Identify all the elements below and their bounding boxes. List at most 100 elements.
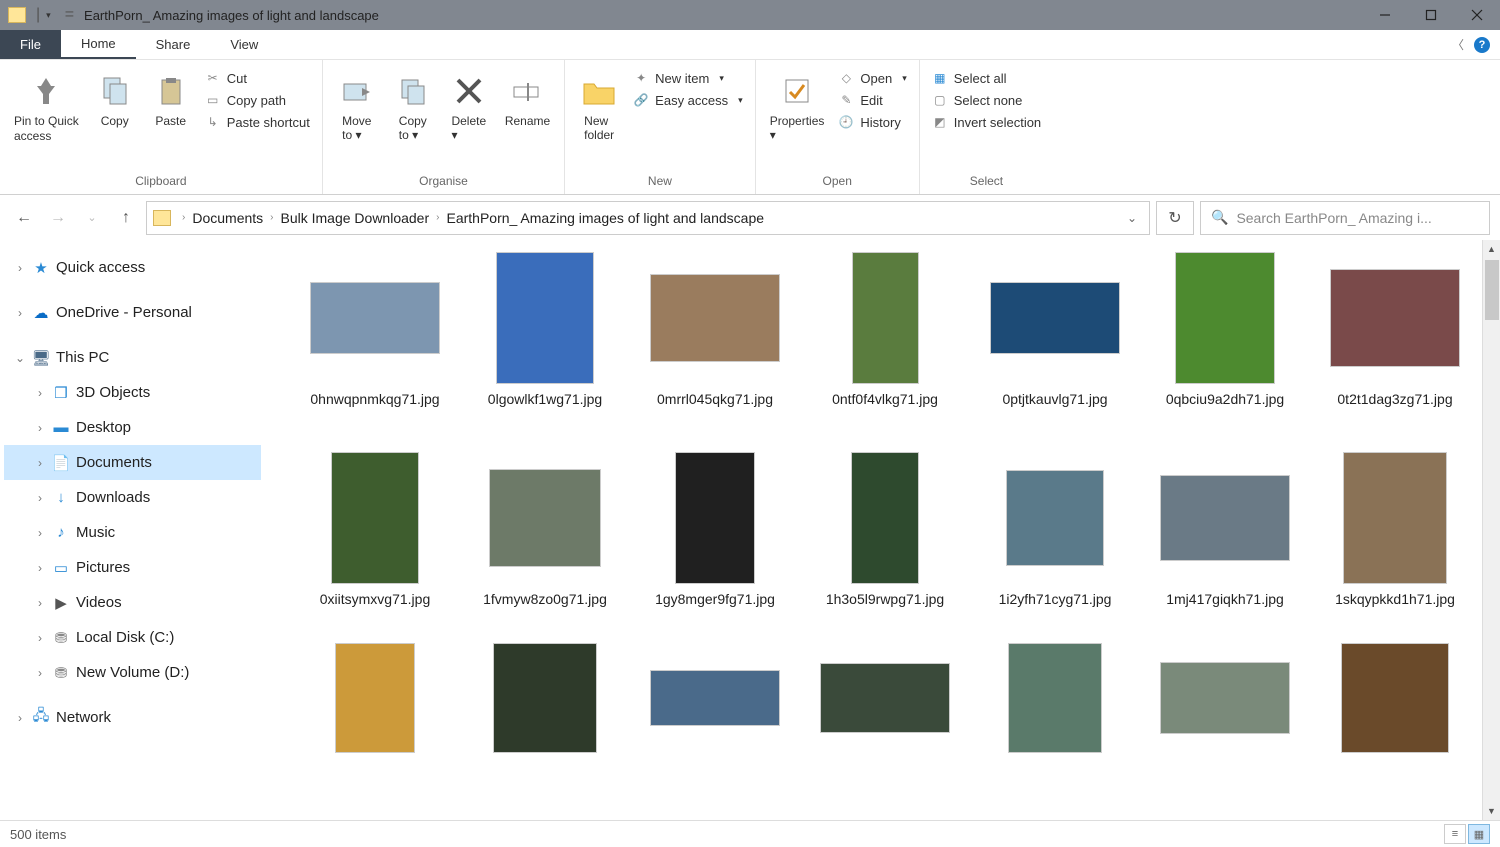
breadcrumb[interactable]: EarthPorn_ Amazing images of light and l… xyxy=(446,210,764,226)
address-dropdown-icon[interactable]: ⌄ xyxy=(1121,211,1143,225)
chevron-right-icon[interactable]: › xyxy=(14,306,26,320)
tree-videos[interactable]: ›▶Videos xyxy=(4,585,261,620)
tree-quick-access[interactable]: ›★Quick access xyxy=(4,250,261,285)
copy-to-button[interactable]: Copyto ▾ xyxy=(385,66,441,142)
file-item[interactable] xyxy=(805,630,965,770)
tree-downloads[interactable]: ›↓Downloads xyxy=(4,480,261,515)
close-button[interactable] xyxy=(1454,0,1500,30)
file-item[interactable]: 1h3o5l9rwpg71.jpg xyxy=(805,450,965,630)
chevron-right-icon[interactable]: › xyxy=(34,386,46,400)
minimize-button[interactable] xyxy=(1362,0,1408,30)
copy-path-button[interactable]: ▭Copy path xyxy=(205,92,310,108)
recent-locations-button[interactable]: ⌄ xyxy=(78,204,106,232)
file-item[interactable]: 0mrrl045qkg71.jpg xyxy=(635,250,795,450)
cut-button[interactable]: ✂Cut xyxy=(205,70,310,86)
file-item[interactable]: 0lgowlkf1wg71.jpg xyxy=(465,250,625,450)
file-name: 1fvmyw8zo0g71.jpg xyxy=(483,586,607,608)
file-item[interactable] xyxy=(1145,630,1305,770)
search-box[interactable]: 🔍 Search EarthPorn_ Amazing i... xyxy=(1200,201,1490,235)
collapse-ribbon-icon[interactable]: 〈 xyxy=(1452,36,1464,53)
copy-button[interactable]: Copy xyxy=(87,66,143,128)
thumbnails-view-button[interactable]: ▦ xyxy=(1468,824,1490,844)
file-item[interactable]: 1i2yfh71cyg71.jpg xyxy=(975,450,1135,630)
tree-network[interactable]: ›🖧Network xyxy=(4,700,261,735)
chevron-right-icon[interactable]: › xyxy=(34,666,46,680)
move-to-button[interactable]: Moveto ▾ xyxy=(329,66,385,142)
open-button[interactable]: ◇Open▾ xyxy=(838,70,906,86)
edit-button[interactable]: ✎Edit xyxy=(838,92,906,108)
tree-this-pc[interactable]: ⌄🖥This PC xyxy=(4,340,261,375)
chevron-right-icon[interactable]: › xyxy=(34,491,46,505)
scroll-down-icon[interactable]: ▼ xyxy=(1483,802,1500,820)
scroll-thumb[interactable] xyxy=(1485,260,1499,320)
tree-label: Local Disk (C:) xyxy=(76,629,174,646)
paste-shortcut-button[interactable]: ↳Paste shortcut xyxy=(205,114,310,130)
history-button[interactable]: 🕘History xyxy=(838,114,906,130)
forward-button[interactable]: → xyxy=(44,204,72,232)
address-bar[interactable]: › Documents › Bulk Image Downloader › Ea… xyxy=(146,201,1150,235)
tree-3d-objects[interactable]: ›❒3D Objects xyxy=(4,375,261,410)
qat-dropdown-icon[interactable]: ▾ xyxy=(46,10,51,21)
easy-access-button[interactable]: 🔗Easy access▾ xyxy=(633,92,743,108)
breadcrumb[interactable]: Bulk Image Downloader xyxy=(281,210,430,226)
file-item[interactable] xyxy=(635,630,795,770)
maximize-button[interactable] xyxy=(1408,0,1454,30)
chevron-down-icon[interactable]: ⌄ xyxy=(14,351,26,365)
up-button[interactable]: ↑ xyxy=(112,204,140,232)
tree-music[interactable]: ›♪Music xyxy=(4,515,261,550)
tree-local-disk-c[interactable]: ›⛃Local Disk (C:) xyxy=(4,620,261,655)
select-none-button[interactable]: ▢Select none xyxy=(932,92,1041,108)
file-item[interactable]: 1fvmyw8zo0g71.jpg xyxy=(465,450,625,630)
chevron-right-icon[interactable]: › xyxy=(34,526,46,540)
tree-documents[interactable]: ›📄Documents xyxy=(4,445,261,480)
file-item[interactable]: 1gy8mger9fg71.jpg xyxy=(635,450,795,630)
properties-button[interactable]: Properties▾ xyxy=(762,66,833,142)
chevron-right-icon[interactable]: › xyxy=(34,596,46,610)
tree-desktop[interactable]: ›▬Desktop xyxy=(4,410,261,445)
chevron-right-icon[interactable]: › xyxy=(34,456,46,470)
file-item[interactable] xyxy=(1315,630,1475,770)
breadcrumb[interactable]: Documents xyxy=(192,210,263,226)
chevron-right-icon[interactable]: › xyxy=(14,261,26,275)
chevron-right-icon[interactable]: › xyxy=(14,711,26,725)
rename-button[interactable]: Rename xyxy=(497,66,558,128)
back-button[interactable]: ← xyxy=(10,204,38,232)
pin-to-quick-access-button[interactable]: Pin to Quickaccess xyxy=(6,66,87,144)
file-item[interactable]: 0ptjtkauvlg71.jpg xyxy=(975,250,1135,450)
scroll-up-icon[interactable]: ▲ xyxy=(1483,240,1500,258)
chevron-right-icon[interactable]: › xyxy=(34,561,46,575)
chevron-right-icon[interactable]: › xyxy=(178,212,189,223)
file-item[interactable] xyxy=(465,630,625,770)
new-item-button[interactable]: ✦New item▾ xyxy=(633,70,743,86)
chevron-right-icon[interactable]: › xyxy=(34,631,46,645)
refresh-button[interactable]: ↻ xyxy=(1156,201,1194,235)
file-item[interactable]: 1mj417giqkh71.jpg xyxy=(1145,450,1305,630)
view-tab[interactable]: View xyxy=(210,30,278,59)
file-item[interactable]: 0hnwqpnmkqg71.jpg xyxy=(295,250,455,450)
file-item[interactable] xyxy=(295,630,455,770)
file-item[interactable]: 1skqypkkd1h71.jpg xyxy=(1315,450,1475,630)
chevron-right-icon[interactable]: › xyxy=(34,421,46,435)
paste-button[interactable]: Paste xyxy=(143,66,199,128)
details-view-button[interactable]: ≡ xyxy=(1444,824,1466,844)
file-tab[interactable]: File xyxy=(0,30,61,59)
share-tab[interactable]: Share xyxy=(136,30,211,59)
help-icon[interactable]: ? xyxy=(1474,37,1490,53)
tree-onedrive[interactable]: ›☁OneDrive - Personal xyxy=(4,295,261,330)
file-item[interactable]: 0ntf0f4vlkg71.jpg xyxy=(805,250,965,450)
home-tab[interactable]: Home xyxy=(61,30,136,59)
select-all-button[interactable]: ▦Select all xyxy=(932,70,1041,86)
scrollbar[interactable]: ▲ ▼ xyxy=(1482,240,1500,820)
delete-button[interactable]: Delete▾ xyxy=(441,66,497,142)
file-item[interactable]: 0qbciu9a2dh71.jpg xyxy=(1145,250,1305,450)
tree-label: Videos xyxy=(76,594,122,611)
new-folder-button[interactable]: Newfolder xyxy=(571,66,627,142)
chevron-right-icon[interactable]: › xyxy=(432,212,443,223)
invert-selection-button[interactable]: ◩Invert selection xyxy=(932,114,1041,130)
file-item[interactable]: 0t2t1dag3zg71.jpg xyxy=(1315,250,1475,450)
chevron-right-icon[interactable]: › xyxy=(266,212,277,223)
tree-new-volume-d[interactable]: ›⛃New Volume (D:) xyxy=(4,655,261,690)
file-item[interactable]: 0xiitsymxvg71.jpg xyxy=(295,450,455,630)
tree-pictures[interactable]: ›▭Pictures xyxy=(4,550,261,585)
file-item[interactable] xyxy=(975,630,1135,770)
